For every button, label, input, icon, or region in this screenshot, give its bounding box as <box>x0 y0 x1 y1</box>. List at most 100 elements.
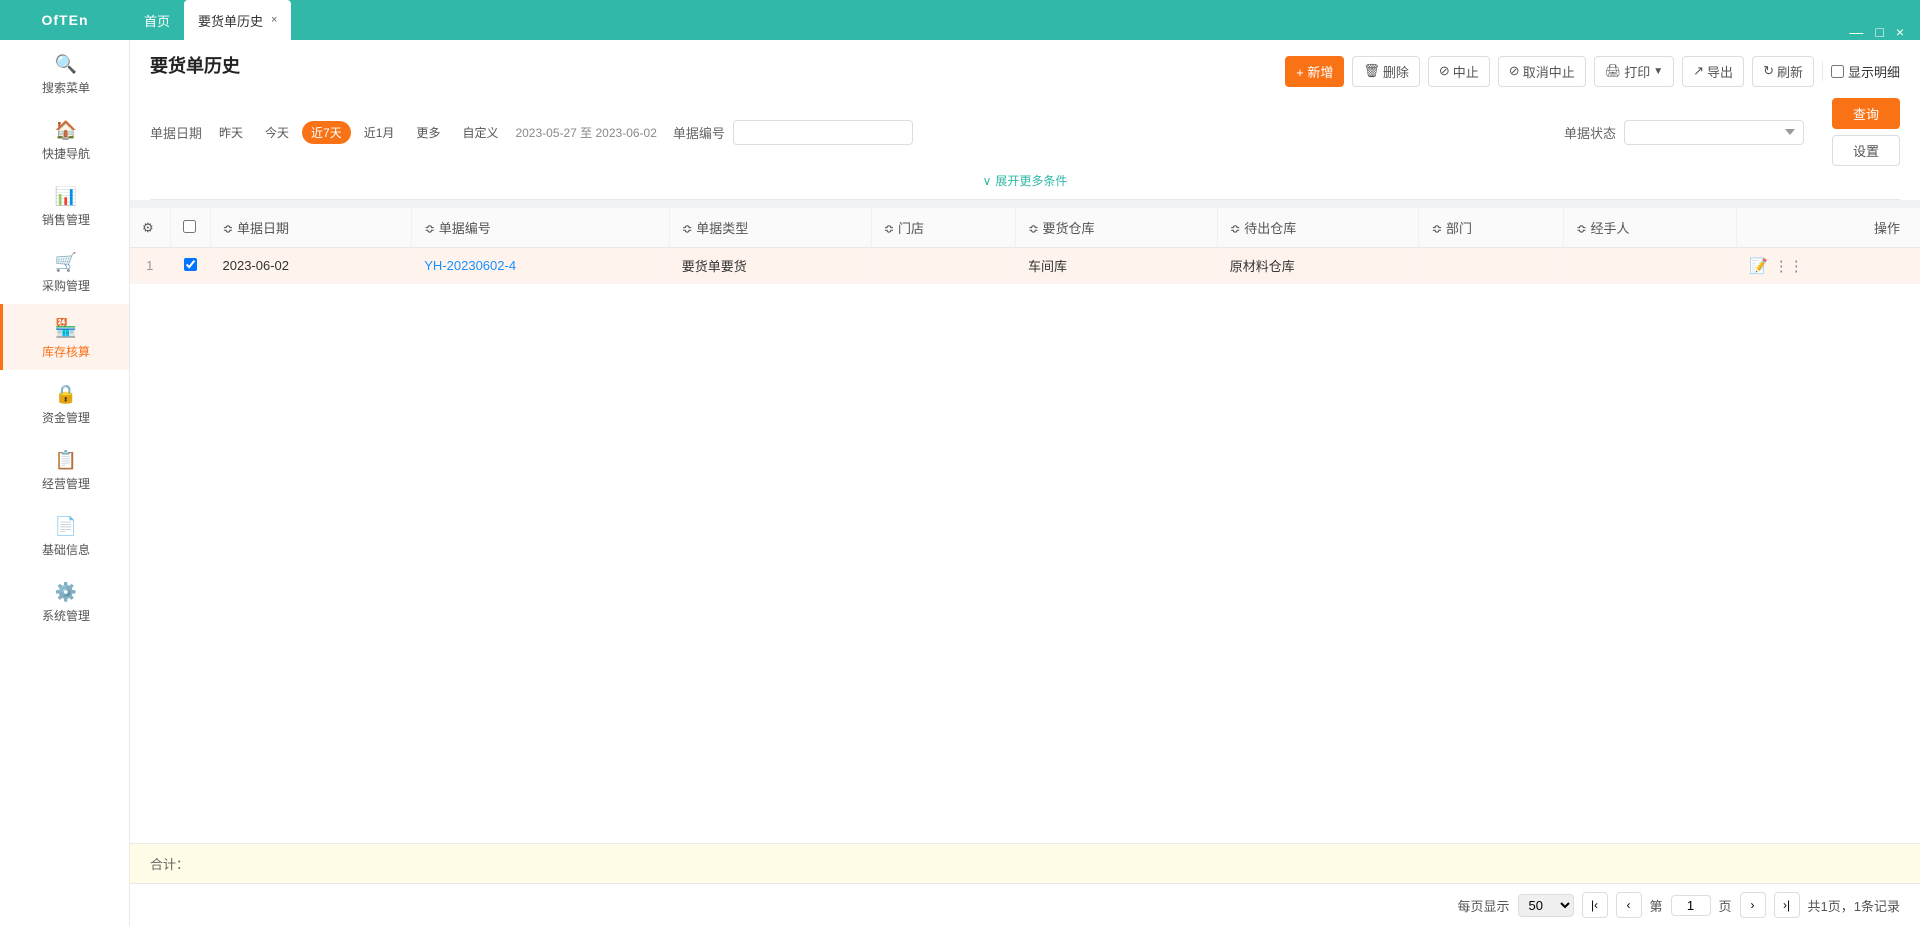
total-info: 共1页，1条记录 <box>1808 896 1900 915</box>
table-row: 1 2023-06-02 YH-20230602-4 要货单要货 车间库 原材料… <box>130 248 1920 284</box>
sidebar-item-sales[interactable]: 📊 销售管理 <box>0 172 129 238</box>
export-button[interactable]: ↗ 导出 <box>1682 56 1744 87</box>
tab-order-history-label: 要货单历史 <box>198 11 263 30</box>
sidebar-label-search: 搜索菜单 <box>42 79 90 96</box>
sidebar: 🔍 搜索菜单 🏠 快捷导航 📊 销售管理 🛒 采购管理 🏪 库存核算 🔒 资金管… <box>0 40 130 926</box>
cell-handler <box>1563 248 1736 284</box>
new-button[interactable]: + 新增 <box>1285 56 1344 87</box>
print-dropdown-icon: ▼ <box>1653 66 1663 77</box>
expand-icon: ∨ <box>983 174 992 188</box>
sidebar-label-base: 基础信息 <box>42 541 90 558</box>
th-store[interactable]: ≎ 门店 <box>871 208 1015 248</box>
pagination: 每页显示 50 100 200 |‹ ‹ 第 页 › ›| 共1页，1条记录 <box>130 883 1920 926</box>
order-no-input[interactable] <box>733 120 913 145</box>
next-page-btn[interactable]: › <box>1740 892 1766 918</box>
th-handler[interactable]: ≎ 经手人 <box>1563 208 1736 248</box>
date-btn-more[interactable]: 更多 <box>407 121 449 144</box>
sidebar-item-search[interactable]: 🔍 搜索菜单 <box>0 40 129 106</box>
edit-action-icon[interactable]: 📝 <box>1749 257 1768 275</box>
sidebar-item-finance[interactable]: 🔒 资金管理 <box>0 370 129 436</box>
window-minimize-btn[interactable]: — <box>1849 24 1863 40</box>
print-button[interactable]: 🖨 打印 ▼ <box>1594 56 1674 87</box>
delete-button[interactable]: 🗑 删除 <box>1352 56 1420 87</box>
per-page-label: 每页显示 <box>1457 896 1509 915</box>
page-label: 第 <box>1650 896 1663 915</box>
main-content: 要货单历史 + 新增 🗑 删除 ⊘ 中止 ⊘ 取消中止 <box>130 40 1920 926</box>
close-tab-icon[interactable]: × <box>271 14 277 26</box>
th-settings[interactable]: ⚙ <box>130 208 170 248</box>
print-icon: 🖨 <box>1605 63 1622 79</box>
select-all-checkbox[interactable] <box>183 220 196 233</box>
query-button[interactable]: 查询 <box>1832 98 1900 129</box>
th-dept[interactable]: ≎ 部门 <box>1419 208 1563 248</box>
first-page-btn[interactable]: |‹ <box>1582 892 1608 918</box>
date-range-display: 2023-05-27 至 2023-06-02 <box>515 124 656 141</box>
base-icon: 📄 <box>55 516 77 537</box>
purchase-icon: 🛒 <box>55 252 77 273</box>
date-filter-group: 单据日期 昨天 今天 近7天 近1月 更多 自定义 2023-05-27 至 2… <box>150 121 657 144</box>
date-btn-custom[interactable]: 自定义 <box>453 121 507 144</box>
sidebar-item-operations[interactable]: 📋 经营管理 <box>0 436 129 502</box>
order-no-filter-group: 单据编号 <box>673 120 913 145</box>
page-title: 要货单历史 <box>150 52 240 78</box>
window-close-btn[interactable]: × <box>1896 24 1904 40</box>
stop-icon: ⊘ <box>1439 63 1450 79</box>
delete-icon: 🗑 <box>1363 63 1380 79</box>
cell-no[interactable]: YH-20230602-4 <box>412 248 669 284</box>
status-select[interactable] <box>1624 120 1804 145</box>
sidebar-item-base[interactable]: 📄 基础信息 <box>0 502 129 568</box>
sidebar-label-purchase: 采购管理 <box>42 277 90 294</box>
tab-home[interactable]: 首页 <box>130 0 184 40</box>
cell-date: 2023-06-02 <box>210 248 412 284</box>
th-type[interactable]: ≎ 单据类型 <box>669 208 871 248</box>
sidebar-label-sales: 销售管理 <box>42 211 90 228</box>
date-btn-7days[interactable]: 近7天 <box>302 121 351 144</box>
sidebar-item-purchase[interactable]: 🛒 采购管理 <box>0 238 129 304</box>
cell-pending-warehouse: 原材料仓库 <box>1217 248 1419 284</box>
more-action-icon[interactable]: ⋮⋮ <box>1774 257 1804 275</box>
prev-page-btn[interactable]: ‹ <box>1616 892 1642 918</box>
stop-button[interactable]: ⊘ 中止 <box>1428 56 1490 87</box>
th-actions: 操作 <box>1737 208 1920 248</box>
show-detail-toggle[interactable]: 显示明细 <box>1831 62 1900 81</box>
date-btn-today[interactable]: 今天 <box>256 121 298 144</box>
order-no-link[interactable]: YH-20230602-4 <box>424 258 516 273</box>
sidebar-label-quick-nav: 快捷导航 <box>42 145 90 162</box>
date-label: 单据日期 <box>150 123 202 142</box>
top-tabs-area: 首页 要货单历史 × — □ × <box>130 0 1920 40</box>
cancel-stop-button[interactable]: ⊘ 取消中止 <box>1498 56 1586 87</box>
cell-actions: 📝 ⋮⋮ <box>1737 248 1920 284</box>
cell-checkbox <box>170 248 210 284</box>
tab-home-label: 首页 <box>144 11 170 30</box>
sidebar-item-system[interactable]: ⚙️ 系统管理 <box>0 568 129 634</box>
brand-logo: OfTEn <box>0 0 130 40</box>
page-number-input[interactable] <box>1671 895 1711 916</box>
refresh-icon: ↻ <box>1763 63 1774 79</box>
expand-more-btn[interactable]: ∨ 展开更多条件 <box>150 166 1900 189</box>
date-buttons: 昨天 今天 近7天 近1月 更多 自定义 <box>210 121 507 144</box>
show-detail-checkbox[interactable] <box>1831 65 1844 78</box>
th-pending-warehouse[interactable]: ≎ 待出仓库 <box>1217 208 1419 248</box>
page-end-label: 页 <box>1719 896 1732 915</box>
th-no[interactable]: ≎ 单据编号 <box>412 208 669 248</box>
refresh-button[interactable]: ↻ 刷新 <box>1752 56 1814 87</box>
status-label: 单据状态 <box>1564 123 1616 142</box>
tab-order-history[interactable]: 要货单历史 × <box>184 0 291 40</box>
page-header-top: 要货单历史 + 新增 🗑 删除 ⊘ 中止 ⊘ 取消中止 <box>150 52 1900 90</box>
th-date[interactable]: ≎ 单据日期 <box>210 208 412 248</box>
window-maximize-btn[interactable]: □ <box>1875 24 1883 40</box>
sidebar-item-quick-nav[interactable]: 🏠 快捷导航 <box>0 106 129 172</box>
date-btn-1month[interactable]: 近1月 <box>355 121 404 144</box>
settings-button[interactable]: 设置 <box>1832 135 1900 166</box>
date-btn-yesterday[interactable]: 昨天 <box>210 121 252 144</box>
cell-store <box>871 248 1015 284</box>
order-no-label: 单据编号 <box>673 123 725 142</box>
cell-num: 1 <box>130 248 170 284</box>
row-checkbox[interactable] <box>184 258 197 271</box>
cell-dept <box>1419 248 1563 284</box>
per-page-select[interactable]: 50 100 200 <box>1518 894 1574 917</box>
last-page-btn[interactable]: ›| <box>1774 892 1800 918</box>
sidebar-item-inventory[interactable]: 🏪 库存核算 <box>0 304 129 370</box>
th-req-warehouse[interactable]: ≎ 要货仓库 <box>1015 208 1217 248</box>
th-checkbox[interactable] <box>170 208 210 248</box>
